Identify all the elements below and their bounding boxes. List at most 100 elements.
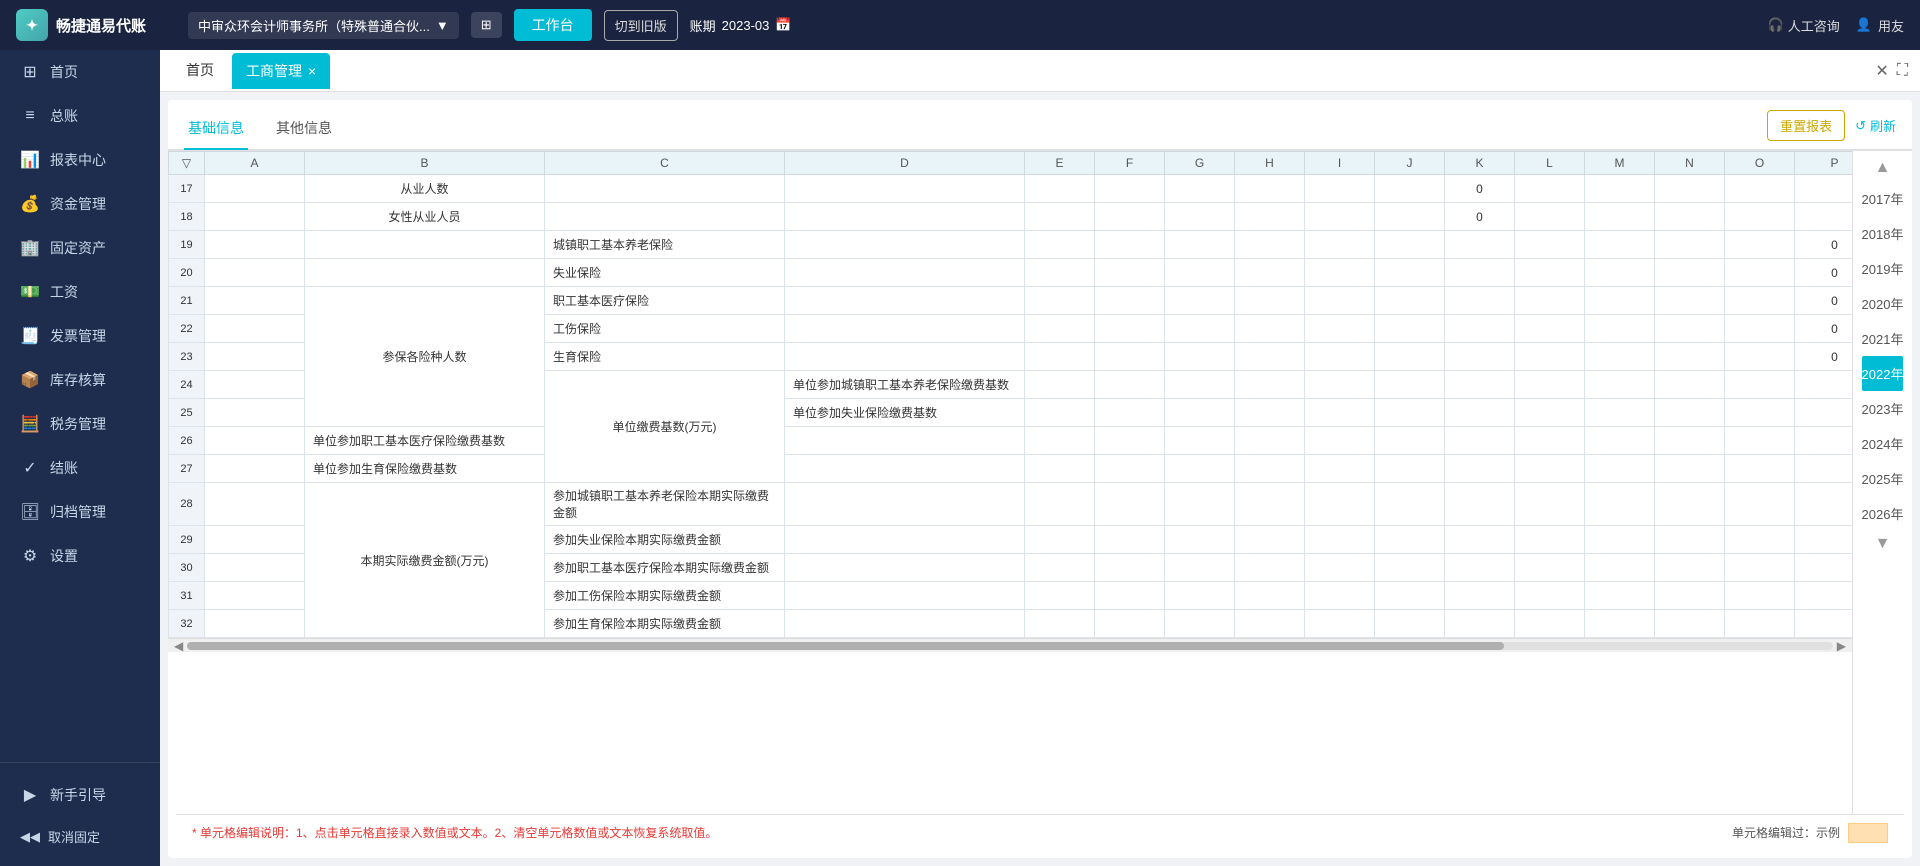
cell-f[interactable] <box>1095 175 1165 203</box>
sub-tab-basic[interactable]: 基础信息 <box>184 112 248 150</box>
cell-j[interactable] <box>1375 483 1445 526</box>
cell-n[interactable] <box>1655 231 1725 259</box>
year-item[interactable]: 2024年 <box>1862 426 1904 461</box>
cell-k[interactable] <box>1445 231 1515 259</box>
cell-o[interactable] <box>1725 582 1795 610</box>
cell-g[interactable] <box>1165 231 1235 259</box>
cell-l[interactable] <box>1515 526 1585 554</box>
cell-f[interactable] <box>1165 399 1235 427</box>
cell-l[interactable] <box>1515 343 1585 371</box>
cell-g[interactable] <box>1235 399 1305 427</box>
cell-i[interactable] <box>1305 203 1375 231</box>
cell-i[interactable] <box>1305 610 1375 638</box>
cell-g[interactable] <box>1165 259 1235 287</box>
cell-i[interactable] <box>1305 259 1375 287</box>
cell-f[interactable] <box>1095 526 1165 554</box>
cell-m[interactable] <box>1585 259 1655 287</box>
cell-j[interactable] <box>1375 259 1445 287</box>
cell-l[interactable] <box>1585 371 1655 399</box>
cell-f[interactable] <box>1095 343 1165 371</box>
cell-k[interactable] <box>1445 610 1515 638</box>
cell-f[interactable] <box>1095 231 1165 259</box>
year-item[interactable]: 2017年 <box>1862 181 1904 216</box>
cell-h[interactable] <box>1235 203 1305 231</box>
cell-p[interactable]: 0 <box>1795 315 1853 343</box>
cell-l[interactable] <box>1515 483 1585 526</box>
cell-k[interactable] <box>1445 526 1515 554</box>
h-scroll-bar[interactable]: ◀ ▶ <box>168 638 1852 652</box>
calendar-icon[interactable]: 📅 <box>775 17 791 33</box>
cell-g[interactable] <box>1165 455 1235 483</box>
cell-c[interactable]: 工伤保险 <box>545 315 785 343</box>
sidebar-item-reports[interactable]: 📊 报表中心 <box>0 138 160 182</box>
cell-b[interactable] <box>305 231 545 259</box>
cell-e[interactable] <box>1025 259 1095 287</box>
cell-g[interactable] <box>1165 582 1235 610</box>
cell-o[interactable] <box>1725 203 1795 231</box>
cell-h[interactable] <box>1235 554 1305 582</box>
cell-l[interactable] <box>1515 427 1585 455</box>
cell-c[interactable]: 单位参加失业保险缴费基数 <box>785 399 1025 427</box>
cell-c[interactable]: 城镇职工基本养老保险 <box>545 231 785 259</box>
cell-h[interactable] <box>1235 582 1305 610</box>
sidebar-item-finance[interactable]: 💰 资金管理 <box>0 182 160 226</box>
cell-p[interactable] <box>1795 483 1853 526</box>
cell-c[interactable]: 参加工伤保险本期实际缴费金额 <box>545 582 785 610</box>
cell-o[interactable] <box>1725 343 1795 371</box>
cell-d[interactable] <box>785 455 1025 483</box>
cell-m[interactable] <box>1585 287 1655 315</box>
sub-tab-other[interactable]: 其他信息 <box>272 112 336 150</box>
cell-p[interactable] <box>1795 610 1853 638</box>
cell-e[interactable] <box>1025 343 1095 371</box>
cell-e[interactable] <box>1025 203 1095 231</box>
unpin-button[interactable]: ◀◀ 取消固定 <box>0 817 160 856</box>
cell-a[interactable] <box>205 455 305 483</box>
sidebar-item-archive[interactable]: 🗄 归档管理 <box>0 490 160 534</box>
cell-n[interactable] <box>1655 483 1725 526</box>
cell-n[interactable] <box>1655 343 1725 371</box>
cell-k[interactable] <box>1445 315 1515 343</box>
cell-g[interactable] <box>1165 427 1235 455</box>
sidebar-item-invoice[interactable]: 🧾 发票管理 <box>0 314 160 358</box>
cell-j[interactable] <box>1375 554 1445 582</box>
cell-p[interactable]: 0 <box>1795 343 1853 371</box>
cell-f[interactable] <box>1095 287 1165 315</box>
cell-e[interactable] <box>1025 455 1095 483</box>
cell-e[interactable] <box>1025 315 1095 343</box>
cell-f[interactable] <box>1095 582 1165 610</box>
cell-k[interactable] <box>1445 259 1515 287</box>
cell-a[interactable] <box>205 259 305 287</box>
cell-f[interactable] <box>1095 610 1165 638</box>
cell-m[interactable] <box>1585 343 1655 371</box>
cell-c[interactable]: 单位参加城镇职工基本养老保险缴费基数 <box>785 371 1025 399</box>
cell-m[interactable] <box>1585 483 1655 526</box>
cell-d[interactable] <box>785 203 1025 231</box>
cell-g[interactable] <box>1165 315 1235 343</box>
cell-g[interactable] <box>1235 371 1305 399</box>
cell-j[interactable] <box>1375 315 1445 343</box>
cell-i[interactable] <box>1305 175 1375 203</box>
cell-d[interactable] <box>785 483 1025 526</box>
cell-o[interactable] <box>1725 610 1795 638</box>
year-item[interactable]: 2019年 <box>1862 251 1904 286</box>
cell-o[interactable] <box>1725 315 1795 343</box>
cell-d[interactable] <box>785 259 1025 287</box>
sidebar-item-ledger[interactable]: ≡ 总账 <box>0 94 160 138</box>
cell-k[interactable]: 0 <box>1445 175 1515 203</box>
maximize-button[interactable]: ⛶ <box>1897 61 1908 81</box>
cell-o[interactable] <box>1725 554 1795 582</box>
cell-b[interactable]: 参保各险种人数 <box>305 287 545 427</box>
cell-e[interactable] <box>1025 175 1095 203</box>
workbench-button[interactable]: 工作台 <box>514 9 592 41</box>
close-tab-button[interactable]: ✕ <box>1875 61 1888 81</box>
cell-e[interactable] <box>1025 526 1095 554</box>
cell-o[interactable] <box>1795 371 1853 399</box>
cell-j[interactable] <box>1375 582 1445 610</box>
cell-o[interactable] <box>1725 526 1795 554</box>
cell-d[interactable] <box>1025 399 1095 427</box>
cell-i[interactable] <box>1305 343 1375 371</box>
cell-d[interactable] <box>1025 371 1095 399</box>
cell-i[interactable] <box>1305 455 1375 483</box>
cell-h[interactable] <box>1235 343 1305 371</box>
cell-o[interactable] <box>1725 427 1795 455</box>
